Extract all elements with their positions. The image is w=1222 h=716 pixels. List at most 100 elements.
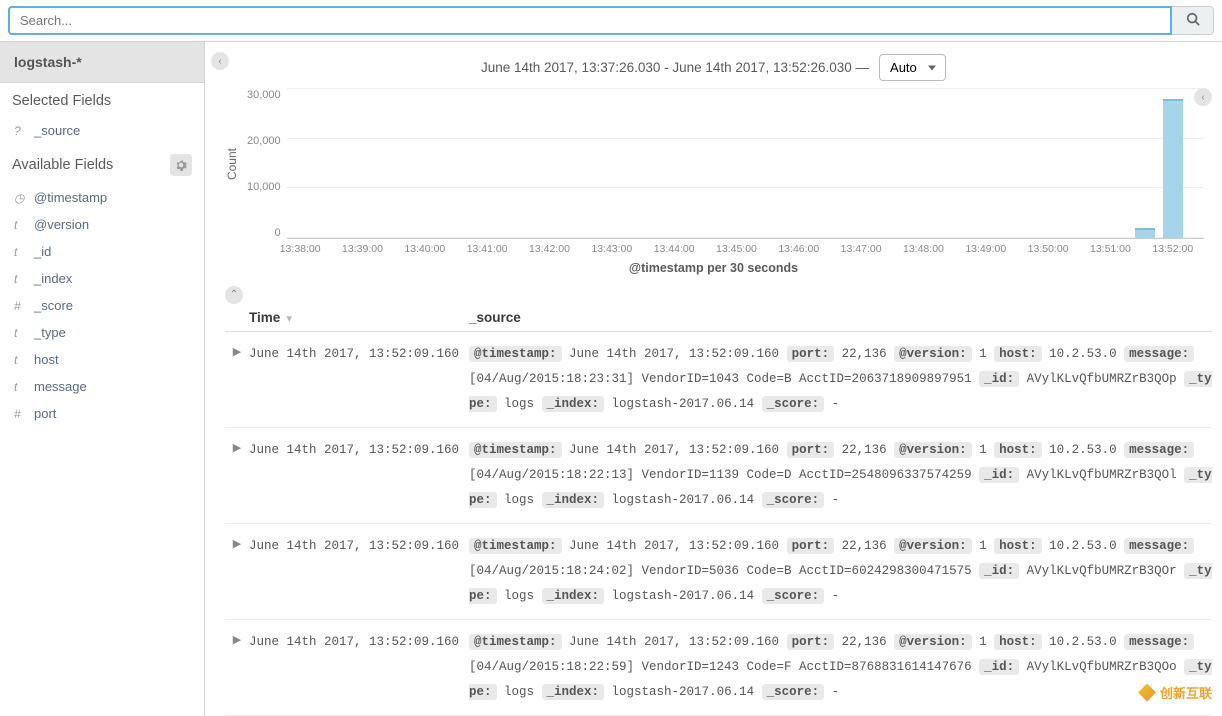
- time-range-text: June 14th 2017, 13:37:26.030 - June 14th…: [481, 60, 869, 75]
- field-key: host:: [994, 442, 1042, 458]
- field-key: @timestamp:: [469, 634, 562, 650]
- histogram-chart: Count 30,00020,00010,0000: [205, 87, 1222, 239]
- field-key: port:: [787, 634, 835, 650]
- field-name: host: [34, 352, 59, 367]
- field-key: _index:: [542, 492, 605, 508]
- field-name: port: [34, 406, 56, 421]
- results-table: Time▼ _source ▶June 14th 2017, 13:52:09.…: [205, 304, 1222, 716]
- field-type-icon: #: [14, 407, 26, 421]
- field-key: _id:: [979, 371, 1019, 387]
- watermark-logo: 创新互联: [1138, 683, 1212, 702]
- field-key: @version:: [894, 538, 972, 554]
- field-item[interactable]: # _score: [0, 292, 204, 319]
- chart-y-ticks: 30,00020,00010,0000: [241, 89, 287, 239]
- field-name: _source: [34, 123, 80, 138]
- field-type-icon: ◷: [14, 191, 26, 205]
- field-type-icon: t: [14, 245, 26, 259]
- field-item[interactable]: ◷ @timestamp: [0, 184, 204, 211]
- field-type-icon: t: [14, 326, 26, 340]
- field-key: _score:: [762, 492, 825, 508]
- field-key: message:: [1124, 634, 1194, 650]
- expand-caret-icon[interactable]: ▶: [225, 534, 249, 609]
- field-name: message: [34, 379, 87, 394]
- cell-time: June 14th 2017, 13:52:09.160: [249, 342, 469, 417]
- field-key: @timestamp:: [469, 442, 562, 458]
- expand-caret-icon[interactable]: ▶: [225, 438, 249, 513]
- field-item[interactable]: t_index: [0, 265, 204, 292]
- chart-y-label: Count: [223, 148, 241, 180]
- chart-x-label: @timestamp per 30 seconds: [205, 255, 1222, 285]
- field-key: _score:: [762, 396, 825, 412]
- field-key: host:: [994, 346, 1042, 362]
- field-type-icon: #: [14, 299, 26, 313]
- histogram-bar[interactable]: [1163, 99, 1183, 238]
- field-key: @version:: [894, 346, 972, 362]
- field-type-icon: t: [14, 272, 26, 286]
- search-icon: [1186, 14, 1200, 29]
- field-item[interactable]: t _id: [0, 238, 204, 265]
- table-row: ▶June 14th 2017, 13:52:09.160@timestamp:…: [225, 428, 1212, 524]
- field-key: message:: [1124, 346, 1194, 362]
- field-key: port:: [787, 442, 835, 458]
- time-range-bar: June 14th 2017, 13:37:26.030 - June 14th…: [205, 42, 1222, 87]
- cell-source: @timestamp: June 14th 2017, 13:52:09.160…: [469, 534, 1212, 609]
- field-key: @timestamp:: [469, 538, 562, 554]
- field-key: @version:: [894, 634, 972, 650]
- column-time[interactable]: Time▼: [249, 310, 469, 325]
- expand-caret-icon[interactable]: ▶: [225, 342, 249, 417]
- index-pattern-selector[interactable]: logstash-*: [0, 42, 204, 83]
- chart-x-ticks: 13:38:0013:39:0013:40:0013:41:0013:42:00…: [205, 239, 1222, 255]
- field-type-icon: t: [14, 353, 26, 367]
- field-key: _score:: [762, 588, 825, 604]
- field-key: port:: [787, 538, 835, 554]
- field-key: @version:: [894, 442, 972, 458]
- column-source[interactable]: _source: [469, 310, 1212, 325]
- cell-time: June 14th 2017, 13:52:09.160: [249, 438, 469, 513]
- field-item[interactable]: # port: [0, 400, 204, 427]
- histogram-bar[interactable]: [1135, 228, 1155, 238]
- sort-caret-icon: ▼: [284, 314, 294, 325]
- field-key: @timestamp:: [469, 346, 562, 362]
- field-key: _score:: [762, 684, 825, 700]
- field-key: _id:: [979, 659, 1019, 675]
- field-name: @version: [34, 217, 89, 232]
- available-fields-heading: Available Fields: [0, 144, 204, 184]
- table-row: ▶June 14th 2017, 13:52:09.160@timestamp:…: [225, 524, 1212, 620]
- field-key: _id:: [979, 563, 1019, 579]
- field-key: message:: [1124, 442, 1194, 458]
- field-key: host:: [994, 538, 1042, 554]
- field-key: _index:: [542, 684, 605, 700]
- interval-select[interactable]: Auto: [879, 54, 946, 81]
- logo-icon: [1138, 684, 1156, 702]
- cell-source: @timestamp: June 14th 2017, 13:52:09.160…: [469, 630, 1212, 705]
- search-button[interactable]: [1172, 6, 1214, 35]
- field-name: @timestamp: [34, 190, 107, 205]
- table-row: ▶June 14th 2017, 13:52:09.160@timestamp:…: [225, 332, 1212, 428]
- expand-caret-icon[interactable]: ▶: [225, 630, 249, 705]
- chart-plot-area[interactable]: [287, 89, 1204, 239]
- top-search-bar: [0, 0, 1222, 42]
- field-item[interactable]: t _type: [0, 319, 204, 346]
- field-item[interactable]: thost: [0, 346, 204, 373]
- cell-source: @timestamp: June 14th 2017, 13:52:09.160…: [469, 438, 1212, 513]
- chevron-left-icon[interactable]: ‹: [211, 52, 229, 70]
- field-key: _index:: [542, 396, 605, 412]
- field-name: _type: [34, 325, 66, 340]
- gear-icon[interactable]: [170, 154, 192, 176]
- field-key: host:: [994, 634, 1042, 650]
- search-input[interactable]: [8, 6, 1172, 35]
- field-type-icon: t: [14, 218, 26, 232]
- field-item[interactable]: ?_source: [0, 117, 204, 144]
- field-key: message:: [1124, 538, 1194, 554]
- sidebar: logstash-* Selected Fields ?_source Avai…: [0, 42, 205, 716]
- table-header: Time▼ _source: [225, 304, 1212, 332]
- field-name: _id: [34, 244, 51, 259]
- table-row: ▶June 14th 2017, 13:52:09.160@timestamp:…: [225, 620, 1212, 716]
- cell-time: June 14th 2017, 13:52:09.160: [249, 534, 469, 609]
- field-item[interactable]: tmessage: [0, 373, 204, 400]
- field-key: _id:: [979, 467, 1019, 483]
- chevron-up-icon[interactable]: ⌃: [225, 286, 243, 304]
- field-item[interactable]: t @version: [0, 211, 204, 238]
- content-area: ‹ ‹ June 14th 2017, 13:37:26.030 - June …: [205, 42, 1222, 716]
- field-name: _score: [34, 298, 73, 313]
